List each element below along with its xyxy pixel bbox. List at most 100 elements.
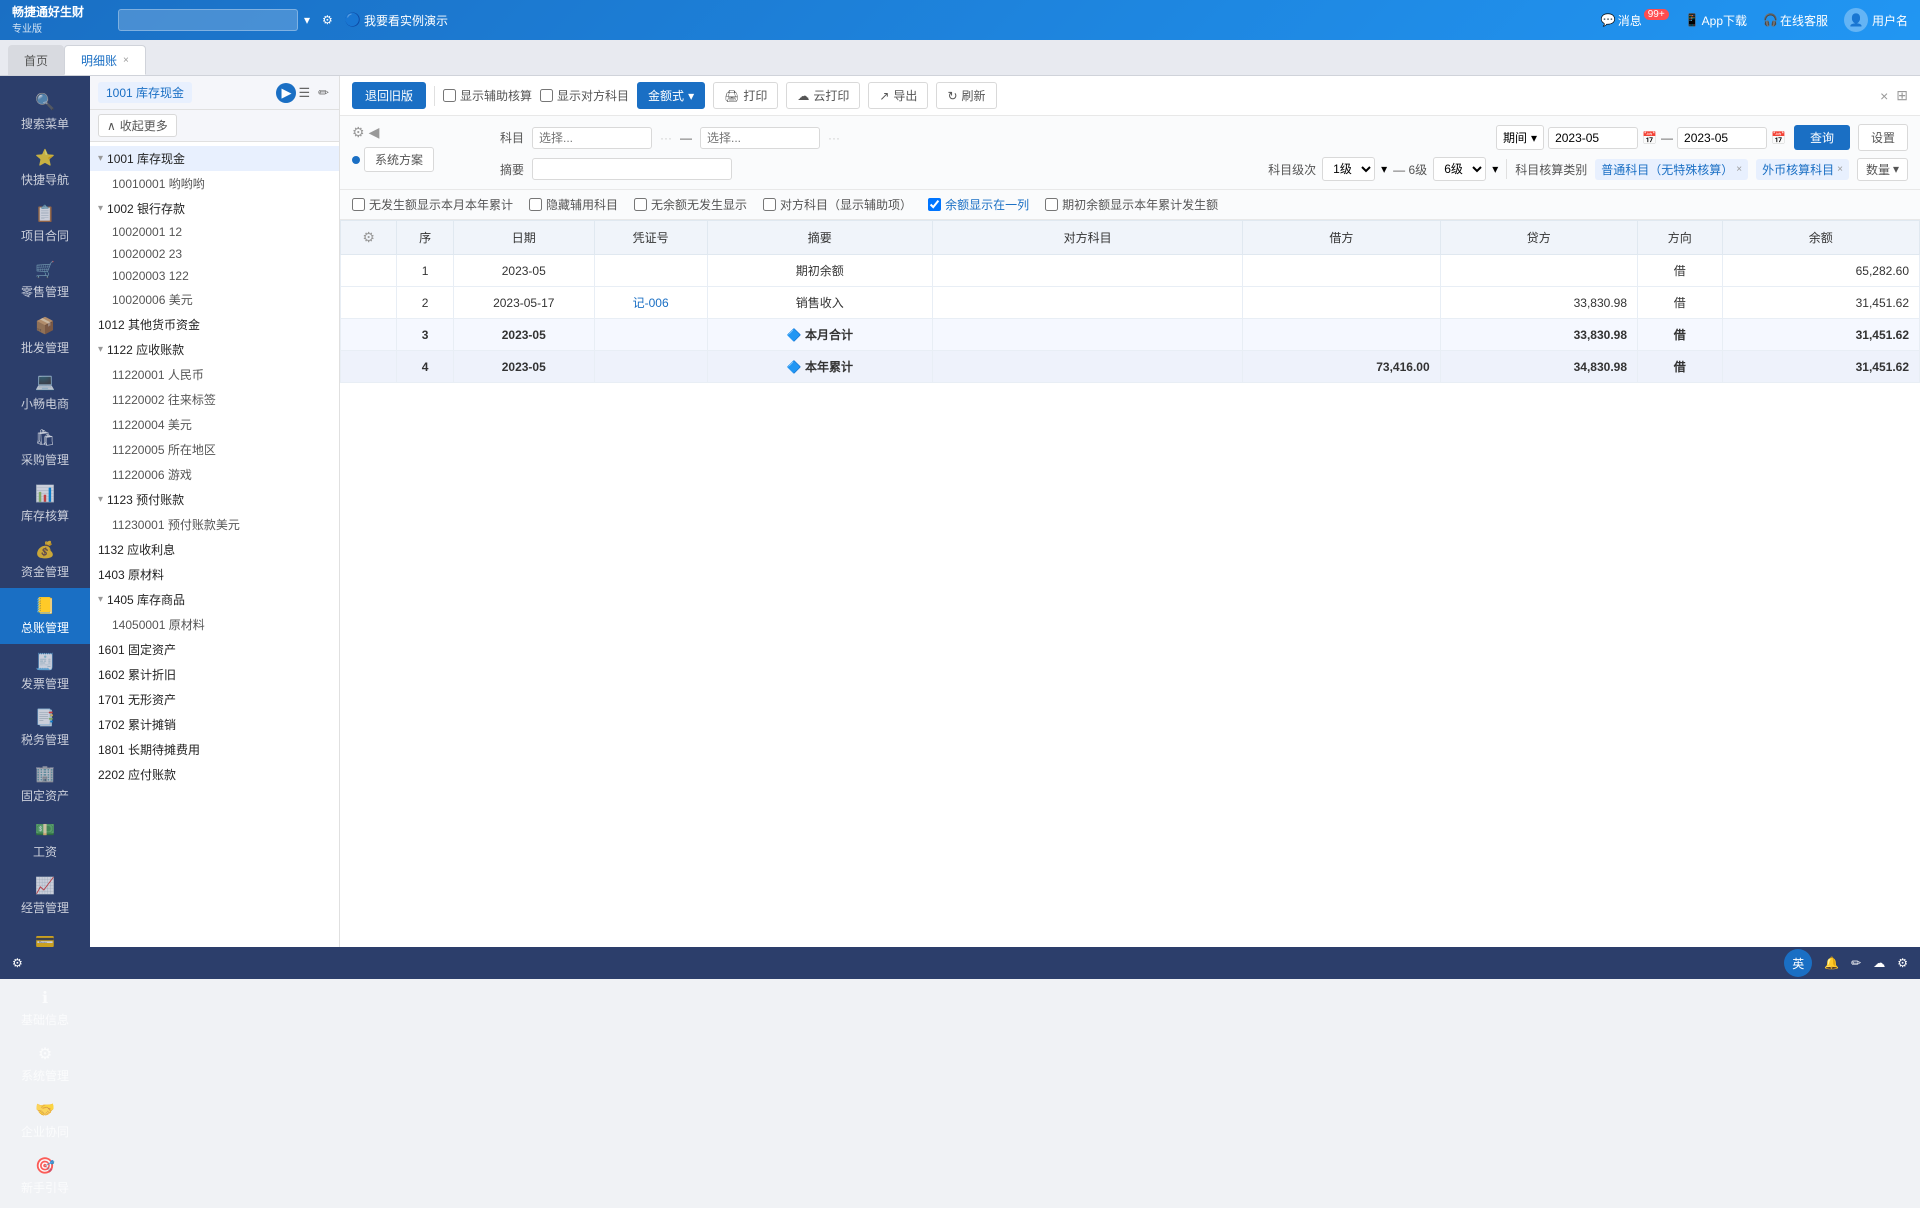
expand-panel-btn[interactable]: ⊞	[1896, 87, 1908, 104]
period-end-input[interactable]	[1677, 127, 1767, 149]
tree-item-1601[interactable]: 1601 固定资产	[90, 637, 339, 662]
tree-item-1701[interactable]: 1701 无形资产	[90, 687, 339, 712]
period-type-select[interactable]: 期间 ▾	[1496, 125, 1544, 150]
sidebar-item-wholesale-mgmt[interactable]: 📦 批发管理	[0, 308, 90, 364]
sidebar-item-system-mgmt[interactable]: ⚙ 系统管理	[0, 1036, 90, 1092]
tree-item-11220004[interactable]: 11220004 美元	[90, 412, 339, 437]
tree-item-1801[interactable]: 1801 长期待摊费用	[90, 737, 339, 762]
subject-end-input[interactable]	[700, 127, 820, 149]
user-area[interactable]: 👤 用户名	[1844, 8, 1908, 32]
show-contra-input[interactable]	[540, 89, 553, 102]
tree-item-1122[interactable]: ▾ 1122 应收账款	[90, 337, 339, 362]
refresh-btn[interactable]: ↻ 刷新	[936, 82, 996, 109]
app-download-area[interactable]: 📱 App下载	[1685, 12, 1747, 29]
tree-item-1123[interactable]: ▾ 1123 预付账款	[90, 487, 339, 512]
online-service-area[interactable]: 🎧 在线客服	[1763, 12, 1828, 29]
th-settings[interactable]: ⚙	[341, 221, 397, 255]
scheme-btn[interactable]: 系统方案	[364, 147, 434, 172]
bottom-notification-btn[interactable]: 🔔	[1824, 956, 1839, 970]
sidebar-item-purchase-mgmt[interactable]: 🛍 采购管理	[0, 420, 90, 476]
tree-item-10010001[interactable]: 10010001 哟哟哟	[90, 171, 339, 196]
sidebar-item-capital-mgmt[interactable]: 💰 资金管理	[0, 532, 90, 588]
option-balance-one-col[interactable]: 余额显示在一列	[928, 196, 1029, 213]
tree-item-1132[interactable]: 1132 应收利息	[90, 537, 339, 562]
option-contra-show-input[interactable]	[763, 198, 776, 211]
tree-item-2202[interactable]: 2202 应付账款	[90, 762, 339, 787]
export-btn[interactable]: ↗ 导出	[868, 82, 928, 109]
sidebar-item-tax-mgmt[interactable]: 📑 税务管理	[0, 700, 90, 756]
sidebar-item-inventory-calc[interactable]: 📊 库存核算	[0, 476, 90, 532]
tab-detail-ledger[interactable]: 明细账 ×	[64, 45, 146, 75]
quantity-btn[interactable]: 数量 ▾	[1857, 158, 1908, 181]
sidebar-item-general-ledger[interactable]: 📒 总账管理	[0, 588, 90, 644]
option-period-balance-input[interactable]	[1045, 198, 1058, 211]
demo-link-btn[interactable]: 🔵 我要看实例演示	[339, 10, 454, 31]
tree-item-1002[interactable]: ▾ 1002 银行存款	[90, 196, 339, 221]
amount-format-btn[interactable]: 金额式 ▾	[637, 82, 705, 109]
sidebar-item-invoice-mgmt[interactable]: 🧾 发票管理	[0, 644, 90, 700]
voucher-link-2[interactable]: 记-006	[633, 296, 669, 310]
period-start-input[interactable]	[1548, 127, 1638, 149]
option-no-occur[interactable]: 无发生额显示本月本年累计	[352, 196, 513, 213]
option-hide-aux[interactable]: 隐藏辅用科目	[529, 196, 618, 213]
sidebar-item-fixed-assets[interactable]: 🏢 固定资产	[0, 756, 90, 812]
summary-input[interactable]	[532, 158, 732, 180]
tree-item-11220001[interactable]: 11220001 人民币	[90, 362, 339, 387]
tree-item-10020003[interactable]: 10020003 122	[90, 265, 339, 287]
option-hide-aux-input[interactable]	[529, 198, 542, 211]
tree-item-1001[interactable]: ▾ 1001 库存现金	[90, 146, 339, 171]
sidebar-item-quick-nav[interactable]: ⭐ 快捷导航	[0, 140, 90, 196]
option-balance-one-col-input[interactable]	[928, 198, 941, 211]
option-no-balance[interactable]: 无余额无发生显示	[634, 196, 747, 213]
level-end-select[interactable]: 6级 5级 4级	[1433, 157, 1486, 181]
tree-item-1602[interactable]: 1602 累计折旧	[90, 662, 339, 687]
tree-item-10020006[interactable]: 10020006 美元	[90, 287, 339, 312]
list-view-btn[interactable]: ☰	[296, 83, 312, 103]
tree-item-1012[interactable]: 1012 其他货币资金	[90, 312, 339, 337]
message-area[interactable]: 💬 消息 99+	[1601, 12, 1669, 29]
filter-settings-icon[interactable]: ⚙	[352, 124, 365, 141]
tree-item-10020001[interactable]: 10020001 12	[90, 221, 339, 243]
show-aux-calc-input[interactable]	[443, 89, 456, 102]
bottom-edit-btn[interactable]: ✏	[1851, 956, 1861, 970]
query-btn[interactable]: 查询	[1794, 125, 1850, 150]
subject-start-input[interactable]	[532, 127, 652, 149]
dropdown-btn[interactable]: ▾	[298, 11, 316, 29]
sidebar-item-project-contract[interactable]: 📋 项目合同	[0, 196, 90, 252]
sidebar-item-enterprise-coop[interactable]: 🤝 企业协同	[0, 1092, 90, 1148]
sidebar-item-xiaochang-ecom[interactable]: 💻 小畅电商	[0, 364, 90, 420]
bottom-settings-btn[interactable]: ⚙	[12, 956, 23, 970]
bottom-cloud-btn[interactable]: ☁	[1873, 956, 1885, 970]
tree-item-11220002[interactable]: 11220002 往来标签	[90, 387, 339, 412]
lang-switch-btn[interactable]: 英	[1784, 949, 1812, 977]
show-contra-account-check[interactable]: 显示对方科目	[540, 87, 629, 104]
sidebar-item-new-guide[interactable]: 🎯 新手引导	[0, 1148, 90, 1208]
edit-btn[interactable]: ✏	[316, 83, 331, 103]
forward-nav-btn[interactable]: ▶	[276, 83, 296, 103]
calendar-start-icon[interactable]: 📅	[1642, 131, 1657, 145]
show-aux-calc-check[interactable]: 显示辅助核算	[443, 87, 532, 104]
tree-item-1403[interactable]: 1403 原材料	[90, 562, 339, 587]
top-search-input[interactable]	[118, 9, 298, 31]
option-no-occur-input[interactable]	[352, 198, 365, 211]
print-btn[interactable]: 🖨 打印	[713, 82, 778, 109]
tag-close-foreign-icon[interactable]: ×	[1837, 164, 1843, 175]
bottom-config-btn[interactable]: ⚙	[1897, 956, 1908, 970]
tab-home[interactable]: 首页	[8, 45, 64, 75]
tab-close-icon[interactable]: ×	[123, 55, 129, 66]
cloud-print-btn[interactable]: ☁ 云打印	[786, 82, 860, 109]
sidebar-item-operations-mgmt[interactable]: 📈 经营管理	[0, 868, 90, 924]
tree-item-11220005[interactable]: 11220005 所在地区	[90, 437, 339, 462]
tree-item-10020002[interactable]: 10020002 23	[90, 243, 339, 265]
sidebar-item-basic-info[interactable]: ℹ 基础信息	[0, 980, 90, 1036]
td-voucher-2[interactable]: 记-006	[594, 287, 707, 319]
sidebar-item-retail-mgmt[interactable]: 🛒 零售管理	[0, 252, 90, 308]
option-contra-show[interactable]: 对方科目（显示辅助项）	[763, 196, 912, 213]
tree-item-11230001[interactable]: 11230001 预付账款美元	[90, 512, 339, 537]
option-no-balance-input[interactable]	[634, 198, 647, 211]
settings-btn[interactable]: 设置	[1858, 124, 1908, 151]
tree-item-11220006[interactable]: 11220006 游戏	[90, 462, 339, 487]
tag-close-normal-icon[interactable]: ×	[1736, 164, 1742, 175]
sidebar-item-salary[interactable]: 💵 工资	[0, 812, 90, 868]
expand-more-btn[interactable]: ∧ 收起更多	[98, 114, 177, 137]
